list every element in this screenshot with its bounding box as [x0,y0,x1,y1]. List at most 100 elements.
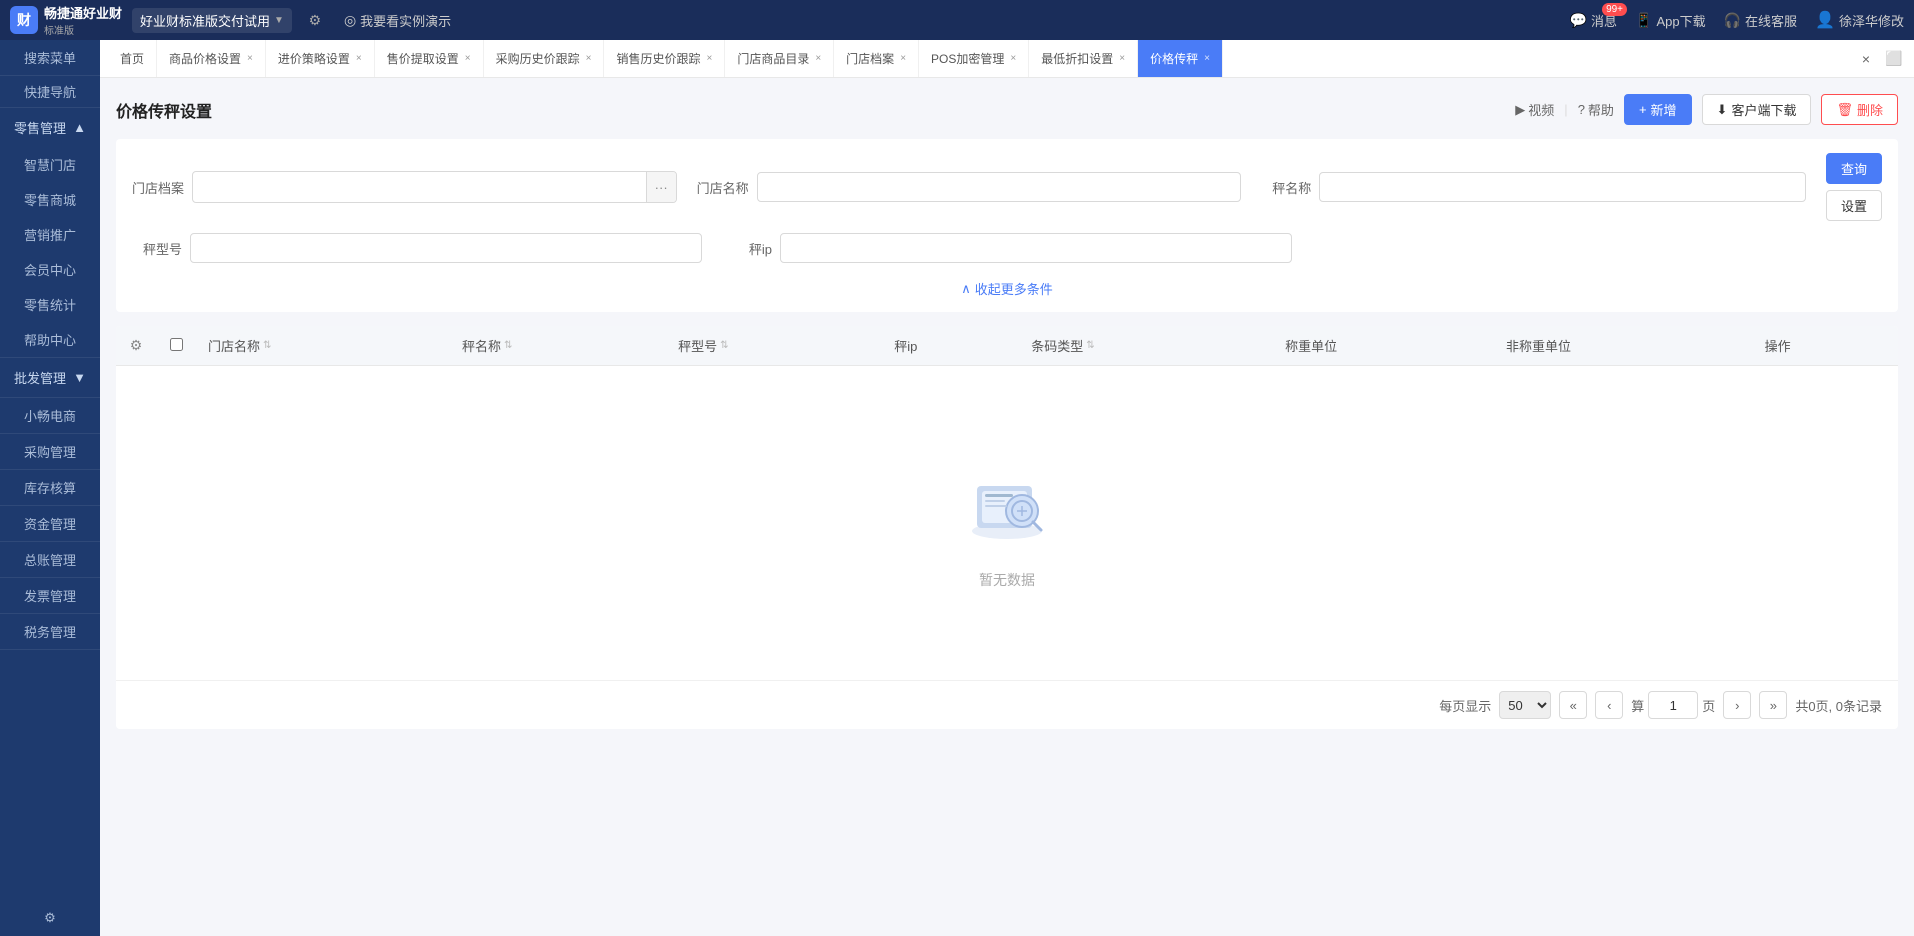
video-icon: ▶ [1515,102,1525,118]
store-name-input[interactable] [757,172,1242,202]
close-tab-price-setting[interactable]: × [247,53,253,64]
sidebar-item-purchase[interactable]: 采购管理 [0,434,100,470]
sidebar-quick-nav[interactable]: 快捷导航 [0,76,100,108]
sidebar-item-general-ledger[interactable]: 总账管理 [0,542,100,578]
th-barcode-type: 条码类型 ⇅ [1019,326,1273,366]
next-page-button[interactable]: › [1723,691,1751,719]
prev-page-button[interactable]: ‹ [1595,691,1623,719]
tab-price-scale[interactable]: 价格传秤 × [1138,40,1223,78]
tab-pos-management[interactable]: POS加密管理 × [919,40,1029,78]
tab-store-archive[interactable]: 门店档案 × [834,40,919,78]
close-tab-purchase-strategy[interactable]: × [356,53,362,64]
pagination-info: 算 页 [1631,691,1715,719]
sidebar-item-tax[interactable]: 税务管理 [0,614,100,650]
page-suffix-label: 页 [1702,696,1715,715]
query-buttons: 查询 设置 [1826,153,1882,221]
filter-panel: 门店档案 ··· 门店名称 秤名称 [116,139,1898,312]
help-icon: ? [1578,102,1585,117]
sidebar-item-member[interactable]: 会员中心 [0,252,100,287]
close-tab-sale-extract[interactable]: × [465,53,471,64]
store-archive-input-wrapper: ··· [192,171,677,203]
page-header: 价格传秤设置 ▶ 视频 | ? 帮助 + 新增 [116,94,1898,125]
sidebar-item-inventory[interactable]: 库存核算 [0,470,100,506]
sidebar-search[interactable]: 搜索菜单 [0,40,100,76]
scale-name-input[interactable] [1319,172,1806,202]
tab-purchase-history[interactable]: 采购历史价跟踪 × [484,40,605,78]
query-button[interactable]: 查询 [1826,153,1882,184]
close-tab-sale-history[interactable]: × [706,53,712,64]
help-link[interactable]: ? 帮助 [1578,100,1614,119]
user-menu[interactable]: 👤 徐泽华修改 [1815,10,1904,30]
setup-button[interactable]: 设置 [1826,190,1882,221]
online-service-button[interactable]: 🎧 在线客服 [1724,11,1797,30]
last-page-icon: » [1770,698,1777,713]
store-archive-btn[interactable]: ··· [646,172,676,202]
sidebar-item-invoice[interactable]: 发票管理 [0,578,100,614]
close-tab-action[interactable]: × [1854,47,1878,71]
tab-min-discount[interactable]: 最低折扣设置 × [1029,40,1138,78]
close-tab-purchase-history[interactable]: × [586,53,592,64]
demo-link[interactable]: ◎ 我要看实例演示 [344,11,451,30]
sidebar-settings-button[interactable]: ⚙ [0,900,100,936]
first-page-button[interactable]: « [1559,691,1587,719]
tab-price-setting[interactable]: 商品价格设置 × [157,40,266,78]
select-all-checkbox[interactable] [170,338,183,351]
page-number-input[interactable] [1648,691,1698,719]
scale-ip-input[interactable] [780,233,1292,263]
maximize-tab-action[interactable]: ⬜ [1882,47,1906,71]
settings-button[interactable]: ⚙ [302,7,328,33]
sidebar-item-retail-stats[interactable]: 零售统计 [0,287,100,322]
sidebar-item-finance[interactable]: 资金管理 [0,506,100,542]
chevron-down-icon: ▼ [73,370,86,385]
tab-sale-extract[interactable]: 售价提取设置 × [375,40,484,78]
scale-model-input[interactable] [190,233,702,263]
app-download-button[interactable]: 📱 App下载 [1635,11,1706,30]
table-container: ⚙ 门店名称 ⇅ [116,326,1898,729]
store-archive-label: 门店档案 [132,178,184,197]
th-settings: ⚙ [116,326,156,366]
video-link[interactable]: ▶ 视频 [1515,100,1554,119]
th-scale-model: 秤型号 ⇅ [666,326,882,366]
scale-ip-label: 秤ip [722,239,772,258]
sidebar-item-retail-shop[interactable]: 零售商城 [0,182,100,217]
tab-sale-history[interactable]: 销售历史价跟踪 × [604,40,725,78]
sidebar-item-smart-store[interactable]: 智慧门店 [0,147,100,182]
store-archive-filter: 门店档案 ··· [132,171,677,203]
top-right-actions: 💬 消息 99+ 📱 App下载 🎧 在线客服 👤 徐泽华修改 [1570,10,1904,30]
col-settings-icon[interactable]: ⚙ [130,337,143,353]
sort-store-name-icon: ⇅ [263,340,271,351]
store-archive-input[interactable] [193,172,646,202]
page-prefix-label: 算 [1631,696,1644,715]
collapse-row: ∧ 收起更多条件 [132,275,1882,298]
per-page-select[interactable]: 20 50 100 200 [1499,691,1551,719]
tab-home[interactable]: 首页 [108,40,157,78]
table-wrapper: ⚙ 门店名称 ⇅ [116,326,1898,680]
version-dropdown[interactable]: 好业财标准版交付试用 ▼ [132,8,292,33]
export-button[interactable]: ⬇ 客户端下载 [1702,94,1812,125]
collapse-button[interactable]: ∧ 收起更多条件 [961,279,1053,298]
tab-purchase-strategy[interactable]: 进价策略设置 × [266,40,375,78]
sidebar-wholesale-header[interactable]: 批发管理 ▼ [0,358,100,398]
sort-scale-name-icon: ⇅ [504,340,512,351]
sidebar-item-help[interactable]: 帮助中心 [0,322,100,357]
sidebar-item-ecommerce[interactable]: 小畅电商 [0,398,100,434]
th-non-weight-unit: 非称重单位 [1494,326,1753,366]
sort-scale-model-icon: ⇅ [720,340,728,351]
main-layout: 搜索菜单 快捷导航 零售管理 ▲ 智慧门店 零售商城 营销推广 会员中心 零售统… [0,40,1914,936]
table-body: 暂无数据 [116,366,1898,681]
last-page-button[interactable]: » [1759,691,1787,719]
close-tab-min-discount[interactable]: × [1119,53,1125,64]
message-button[interactable]: 💬 消息 99+ [1570,11,1617,30]
store-name-label: 门店名称 [697,178,749,197]
delete-button[interactable]: 🗑 删除 [1821,94,1898,125]
empty-row: 暂无数据 [116,366,1898,681]
sidebar-retail-header[interactable]: 零售管理 ▲ [0,108,100,147]
close-tab-store-catalog[interactable]: × [815,53,821,64]
sidebar-item-marketing[interactable]: 营销推广 [0,217,100,252]
close-tab-pos-management[interactable]: × [1010,53,1016,64]
close-tab-store-archive[interactable]: × [900,53,906,64]
close-tab-price-scale[interactable]: × [1204,53,1210,64]
th-scale-name: 秤名称 ⇅ [450,326,666,366]
add-button[interactable]: + 新增 [1624,94,1692,125]
tab-store-catalog[interactable]: 门店商品目录 × [725,40,834,78]
